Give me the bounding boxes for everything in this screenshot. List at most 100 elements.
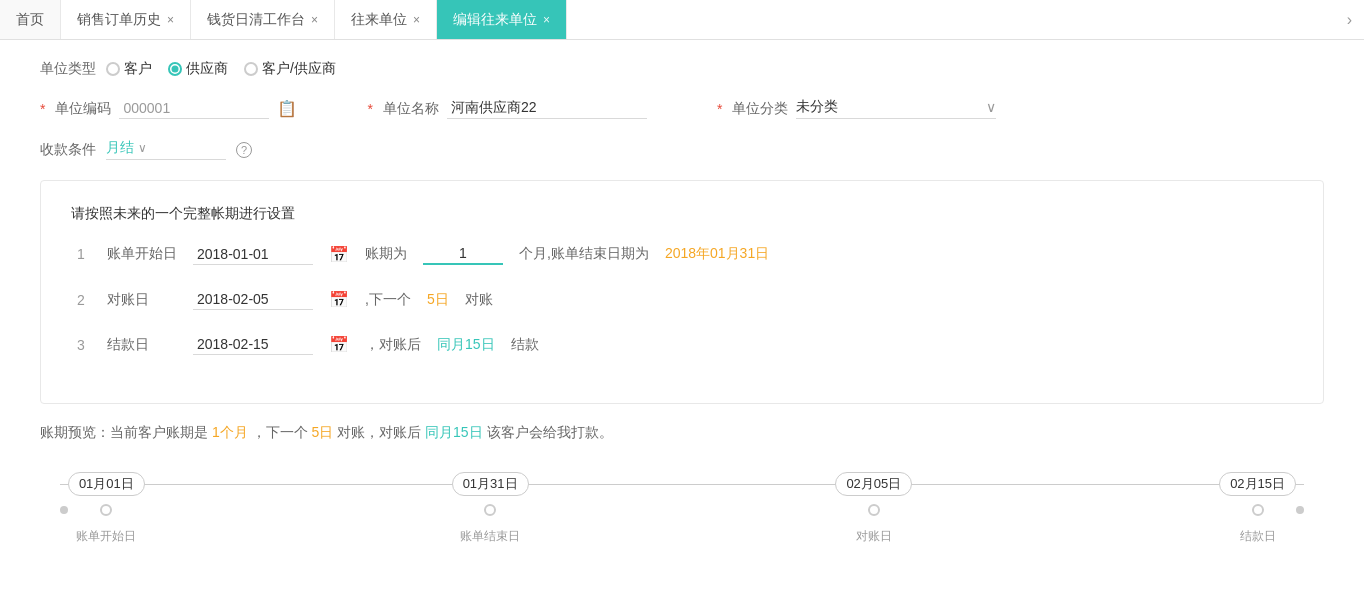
unit-classify-dropdown[interactable]: 未分类 ∨ (796, 98, 996, 119)
main-content: 单位类型 客户 供应商 客户/供应商 * 单位编码 📋 * 单位名称 (0, 40, 1364, 608)
timeline-dot-4 (1252, 504, 1264, 516)
payment-condition-value: 月结 (106, 139, 134, 157)
unit-classify-group: * 单位分类 未分类 ∨ (717, 98, 996, 119)
unit-code-group: * 单位编码 📋 (40, 98, 297, 119)
period-row-1-middle-text: 账期为 (365, 245, 407, 263)
tab-cash-work-bench-close[interactable]: × (311, 13, 318, 27)
tab-edit-partner-unit[interactable]: 编辑往来单位 × (437, 0, 567, 39)
radio-customer-supplier-circle (244, 62, 258, 76)
preview-highlight-1: 1个月 (212, 424, 248, 440)
period-row-2-prefix: ,下一个 (365, 291, 411, 309)
preview-suffix: 该客户会给我打款。 (487, 424, 613, 440)
payment-condition-help-icon[interactable]: ? (236, 142, 252, 158)
unit-info-row: * 单位编码 📋 * 单位名称 * 单位分类 未分类 ∨ (40, 98, 1324, 119)
period-row-3-num: 3 (71, 337, 91, 353)
timeline-dot-2 (484, 504, 496, 516)
tab-home-label: 首页 (16, 11, 44, 29)
unit-classify-arrow-icon: ∨ (986, 99, 996, 115)
preview-highlight-2: 5日 (311, 424, 333, 440)
radio-supplier-circle (168, 62, 182, 76)
timeline-point-1: 01月01日 账单开始日 (68, 472, 145, 545)
radio-customer-label: 客户 (124, 60, 152, 78)
period-box-title: 请按照未来的一个完整帐期进行设置 (71, 205, 1293, 223)
unit-name-label: 单位名称 (383, 100, 439, 118)
tab-cash-work-bench[interactable]: 钱货日清工作台 × (191, 0, 335, 39)
period-row-2-suffix: 对账 (465, 291, 493, 309)
period-row-3-suffix: 结款 (511, 336, 539, 354)
timeline-label-3: 对账日 (856, 528, 892, 545)
period-settings-box: 请按照未来的一个完整帐期进行设置 1 账单开始日 📅 账期为 个月,账单结束日期… (40, 180, 1324, 404)
payment-condition-dropdown[interactable]: 月结 ∨ (106, 139, 226, 160)
timeline-dot-3 (868, 504, 880, 516)
tab-sales-order-history-close[interactable]: × (167, 13, 174, 27)
unit-classify-value: 未分类 (796, 98, 838, 116)
radio-customer-circle (106, 62, 120, 76)
timeline-badge-1: 01月01日 (68, 472, 145, 496)
preview-middle-1: ，下一个 (252, 424, 308, 440)
unit-code-required-star: * (40, 101, 45, 117)
period-row-2-date-input[interactable] (193, 289, 313, 310)
radio-customer-supplier-label: 客户/供应商 (262, 60, 336, 78)
unit-classify-label: 单位分类 (732, 100, 788, 118)
tab-edit-partner-unit-label: 编辑往来单位 (453, 11, 537, 29)
timeline-label-2: 账单结束日 (460, 528, 520, 545)
period-row-3-calendar-icon[interactable]: 📅 (329, 335, 349, 354)
period-row-1-month-input[interactable] (423, 243, 503, 265)
period-row-1-num: 1 (71, 246, 91, 262)
timeline-badge-2: 01月31日 (452, 472, 529, 496)
period-row-2: 2 对账日 📅 ,下一个 5日 对账 (71, 289, 1293, 310)
period-row-1-suffix: 个月,账单结束日期为 (519, 245, 649, 263)
period-row-1-label: 账单开始日 (107, 245, 177, 263)
payment-condition-row: 收款条件 月结 ∨ ? (40, 139, 1324, 160)
period-row-2-label: 对账日 (107, 291, 177, 309)
timeline-badge-4: 02月15日 (1219, 472, 1296, 496)
period-row-3-date-input[interactable] (193, 334, 313, 355)
timeline-badge-3: 02月05日 (835, 472, 912, 496)
unit-name-input[interactable] (447, 98, 647, 119)
tab-sales-order-history[interactable]: 销售订单历史 × (61, 0, 191, 39)
period-row-1-end-date: 2018年01月31日 (665, 245, 769, 263)
tab-partner-unit[interactable]: 往来单位 × (335, 0, 437, 39)
tab-partner-unit-label: 往来单位 (351, 11, 407, 29)
timeline-points: 01月01日 账单开始日 01月31日 账单结束日 02月05日 对账日 02月… (68, 472, 1296, 545)
tab-sales-order-history-label: 销售订单历史 (77, 11, 161, 29)
period-row-1: 1 账单开始日 📅 账期为 个月,账单结束日期为 2018年01月31日 (71, 243, 1293, 265)
timeline: 01月01日 账单开始日 01月31日 账单结束日 02月05日 对账日 02月… (40, 472, 1324, 545)
preview-section: 账期预览：当前客户账期是 1个月 ，下一个 5日 对账，对账后 同月15日 该客… (40, 424, 1324, 565)
radio-customer[interactable]: 客户 (106, 60, 152, 78)
unit-type-row: 单位类型 客户 供应商 客户/供应商 (40, 60, 1324, 78)
radio-supplier[interactable]: 供应商 (168, 60, 228, 78)
timeline-point-2: 01月31日 账单结束日 (452, 472, 529, 545)
preview-prefix: 账期预览：当前客户账期是 (40, 424, 208, 440)
tab-home[interactable]: 首页 (0, 0, 61, 39)
preview-text: 账期预览：当前客户账期是 1个月 ，下一个 5日 对账，对账后 同月15日 该客… (40, 424, 1324, 442)
timeline-point-3: 02月05日 对账日 (835, 472, 912, 545)
period-row-3-prefix: ，对账后 (365, 336, 421, 354)
radio-customer-supplier[interactable]: 客户/供应商 (244, 60, 336, 78)
unit-code-label: 单位编码 (55, 100, 111, 118)
period-row-2-calendar-icon[interactable]: 📅 (329, 290, 349, 309)
radio-supplier-label: 供应商 (186, 60, 228, 78)
period-row-3: 3 结款日 📅 ，对账后 同月15日 结款 (71, 334, 1293, 355)
tab-scroll-arrow[interactable]: › (1335, 0, 1364, 39)
tab-partner-unit-close[interactable]: × (413, 13, 420, 27)
timeline-label-1: 账单开始日 (76, 528, 136, 545)
unit-type-label: 单位类型 (40, 60, 96, 78)
unit-name-required-star: * (367, 101, 372, 117)
tab-cash-work-bench-label: 钱货日清工作台 (207, 11, 305, 29)
tab-edit-partner-unit-close[interactable]: × (543, 13, 550, 27)
unit-code-calendar-icon[interactable]: 📋 (277, 99, 297, 118)
period-row-3-highlight: 同月15日 (437, 336, 495, 354)
timeline-label-4: 结款日 (1240, 528, 1276, 545)
preview-middle-2: 对账，对账后 (337, 424, 421, 440)
period-row-3-label: 结款日 (107, 336, 177, 354)
timeline-right-dot (1296, 506, 1304, 514)
period-row-1-calendar-icon[interactable]: 📅 (329, 245, 349, 264)
period-row-1-date-input[interactable] (193, 244, 313, 265)
timeline-left-dot (60, 506, 68, 514)
unit-name-group: * 单位名称 (367, 98, 646, 119)
preview-highlight-3: 同月15日 (425, 424, 483, 440)
unit-code-input[interactable] (119, 98, 269, 119)
payment-condition-dropdown-arrow: ∨ (138, 141, 147, 155)
timeline-dot-1 (100, 504, 112, 516)
